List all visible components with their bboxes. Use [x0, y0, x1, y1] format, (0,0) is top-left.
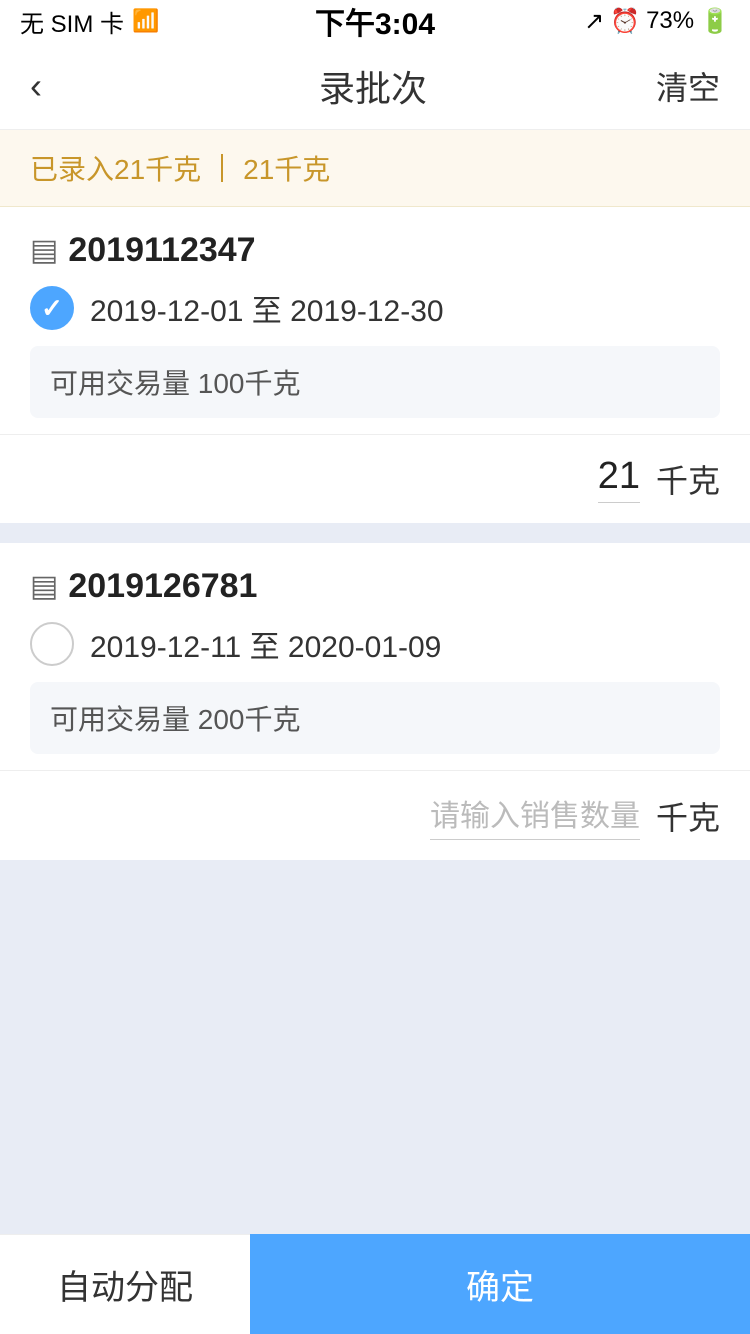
batch-2-qty-placeholder[interactable]: 请输入销售数量	[430, 791, 640, 840]
section-separator-1	[0, 523, 750, 543]
content-area: 已录入21千克 21千克 ▤ 2019112347 2019-12-01 至 2…	[0, 130, 750, 1334]
bottom-bar: 自动分配 确定	[0, 1234, 750, 1334]
status-right: ↗ ⏰ 73% 🔋	[584, 7, 730, 36]
summary-value: 21千克	[243, 148, 330, 188]
batch-2-card: ▤ 2019126781 2019-12-11 至 2020-01-09 可用交…	[0, 543, 750, 860]
status-time: 下午3:04	[315, 0, 435, 43]
batch-2-radio[interactable]	[30, 622, 74, 666]
batch-1-card: ▤ 2019112347 2019-12-01 至 2019-12-30 可用交…	[0, 207, 750, 523]
batch-1-id-icon: ▤	[30, 233, 58, 268]
batch-1-id-row: ▤ 2019112347	[30, 231, 720, 270]
batch-2-available: 可用交易量 200千克	[30, 682, 720, 754]
batch-1-qty-row: 21 千克	[0, 434, 750, 523]
batch-2-date-row[interactable]: 2019-12-11 至 2020-01-09	[30, 622, 720, 666]
batch-2-id-row: ▤ 2019126781	[30, 567, 720, 606]
battery-text: 73%	[646, 7, 694, 35]
clear-button[interactable]: 清空	[656, 63, 720, 109]
batch-1-qty-unit: 千克	[656, 456, 720, 502]
status-bar: 无 SIM 卡 📶 下午3:04 ↗ ⏰ 73% 🔋	[0, 0, 750, 42]
battery-icon: 🔋	[700, 7, 730, 36]
batch-1-inner: ▤ 2019112347 2019-12-01 至 2019-12-30 可用交…	[0, 207, 750, 418]
batch-2-date: 2019-12-11 至 2020-01-09	[90, 622, 441, 666]
back-button[interactable]: ‹	[30, 65, 90, 107]
location-icon: ↗	[584, 7, 604, 36]
batch-2-id: 2019126781	[68, 567, 257, 606]
wifi-icon: 📶	[132, 8, 159, 34]
batch-1-id: 2019112347	[68, 231, 255, 270]
batch-1-radio[interactable]	[30, 286, 74, 330]
batch-2-inner: ▤ 2019126781 2019-12-11 至 2020-01-09 可用交…	[0, 543, 750, 754]
batch-1-available: 可用交易量 100千克	[30, 346, 720, 418]
alarm-icon: ⏰	[610, 7, 640, 36]
confirm-button[interactable]: 确定	[250, 1234, 750, 1334]
batch-2-qty-row: 请输入销售数量 千克	[0, 770, 750, 860]
page-title: 录批次	[319, 60, 427, 112]
summary-divider	[221, 154, 223, 182]
summary-bar: 已录入21千克 21千克	[0, 130, 750, 207]
status-left: 无 SIM 卡 📶	[20, 4, 159, 39]
batch-1-date: 2019-12-01 至 2019-12-30	[90, 286, 444, 330]
batch-2-qty-unit: 千克	[656, 793, 720, 839]
batch-1-qty-value[interactable]: 21	[598, 455, 640, 503]
summary-label: 已录入21千克	[30, 148, 201, 188]
batch-1-date-row[interactable]: 2019-12-01 至 2019-12-30	[30, 286, 720, 330]
auto-distribute-button[interactable]: 自动分配	[0, 1234, 250, 1334]
no-sim-text: 无 SIM 卡	[20, 4, 124, 39]
batch-2-id-icon: ▤	[30, 569, 58, 604]
nav-bar: ‹ 录批次 清空	[0, 42, 750, 130]
